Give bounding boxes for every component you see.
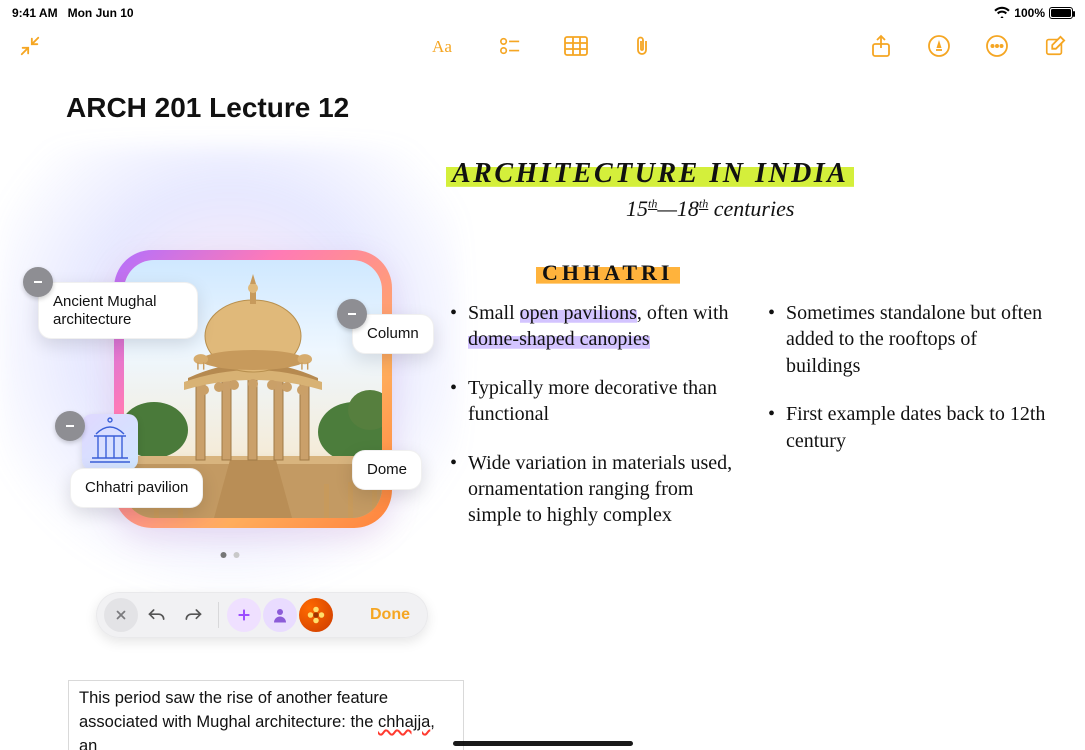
wifi-icon: [994, 6, 1010, 21]
hw-bullet: Typically more decorative than functiona…: [450, 375, 734, 428]
status-time: 9:41 AM: [12, 6, 58, 20]
tag-label: Chhatri pavilion: [85, 479, 188, 496]
tag-label: Dome: [367, 461, 407, 478]
more-icon[interactable]: [985, 34, 1009, 58]
hw-column-left: Small open pavilions, often with dome-sh…: [450, 300, 734, 551]
battery-icon: [1049, 7, 1073, 19]
hw-main-title: ARCHITECTURE IN INDIA: [446, 158, 854, 190]
tag-ancient-mughal[interactable]: Ancient Mughal architecture: [38, 282, 198, 339]
hw-highlight: open pavilions: [520, 302, 637, 324]
page-dot[interactable]: [221, 552, 227, 558]
hw-bullet: First example dates back to 12th century: [768, 401, 1052, 454]
tag-column[interactable]: Column: [352, 314, 434, 354]
share-icon[interactable]: [869, 34, 893, 58]
compose-icon[interactable]: [1043, 34, 1067, 58]
redo-icon[interactable]: [176, 598, 210, 632]
handwriting-area[interactable]: ARCHITECTURE IN INDIA 15th—18th centurie…: [446, 158, 1056, 678]
page-dot[interactable]: [234, 552, 240, 558]
hw-column-right: Sometimes standalone but often added to …: [768, 300, 1052, 551]
top-toolbar: Aa: [0, 24, 1085, 68]
table-icon[interactable]: [564, 34, 588, 58]
close-icon[interactable]: [104, 598, 138, 632]
collapse-icon[interactable]: [18, 34, 42, 58]
remove-tag-icon[interactable]: [23, 267, 53, 297]
hw-bullet: Sometimes standalone but often added to …: [768, 300, 1052, 379]
hw-subtitle: 15th—18th centuries: [626, 196, 1056, 222]
hw-ordinal: th: [699, 197, 708, 211]
typed-line: associated with Mughal architecture: the: [79, 713, 378, 731]
tag-dome[interactable]: Dome: [352, 450, 422, 490]
attachment-icon[interactable]: [630, 34, 654, 58]
remove-tag-icon[interactable]: [337, 299, 367, 329]
done-button[interactable]: Done: [360, 606, 420, 624]
hw-sub-part: 15: [626, 196, 648, 221]
hw-section-heading: CHHATRI: [536, 260, 680, 286]
hw-ordinal: th: [648, 197, 657, 211]
tag-label: Ancient Mughal architecture: [53, 293, 156, 328]
remove-tag-icon[interactable]: [55, 411, 85, 441]
home-indicator[interactable]: [453, 741, 633, 746]
person-icon[interactable]: [263, 598, 297, 632]
divider: [218, 602, 219, 628]
tag-chhatri-pavilion[interactable]: Chhatri pavilion: [70, 468, 203, 508]
hw-text: , often with: [637, 302, 729, 324]
markup-icon[interactable]: [927, 34, 951, 58]
chhatri-thumbnail[interactable]: [82, 414, 138, 470]
undo-icon[interactable]: [140, 598, 174, 632]
misspelled-word[interactable]: chhajja: [378, 713, 430, 731]
image-playground-card: Ancient Mughal architecture Column Chhat…: [28, 174, 432, 594]
hw-bullet: Wide variation in materials used, orname…: [450, 450, 734, 529]
checklist-icon[interactable]: [498, 34, 522, 58]
hw-bullet: Small open pavilions, often with dome-sh…: [450, 300, 734, 353]
svg-text:Aa: Aa: [432, 37, 452, 56]
page-dots[interactable]: [221, 552, 240, 558]
image-playground-toolbar: Done: [96, 592, 428, 638]
hw-text: Small: [468, 302, 520, 324]
add-element-icon[interactable]: [227, 598, 261, 632]
tag-label: Column: [367, 325, 419, 342]
battery-pct: 100%: [1014, 6, 1045, 20]
hw-sub-part: centuries: [708, 196, 794, 221]
typed-line: This period saw the rise of another feat…: [79, 689, 388, 707]
hw-sub-part: —18: [657, 196, 699, 221]
hw-highlight: dome-shaped canopies: [468, 328, 650, 350]
text-format-icon[interactable]: Aa: [432, 34, 456, 58]
note-title[interactable]: ARCH 201 Lecture 12: [66, 92, 349, 124]
status-date: Mon Jun 10: [68, 6, 134, 20]
style-preset-icon[interactable]: [299, 598, 333, 632]
status-bar: 9:41 AM Mon Jun 10 100%: [0, 0, 1085, 24]
typed-paragraph[interactable]: This period saw the rise of another feat…: [68, 680, 464, 750]
